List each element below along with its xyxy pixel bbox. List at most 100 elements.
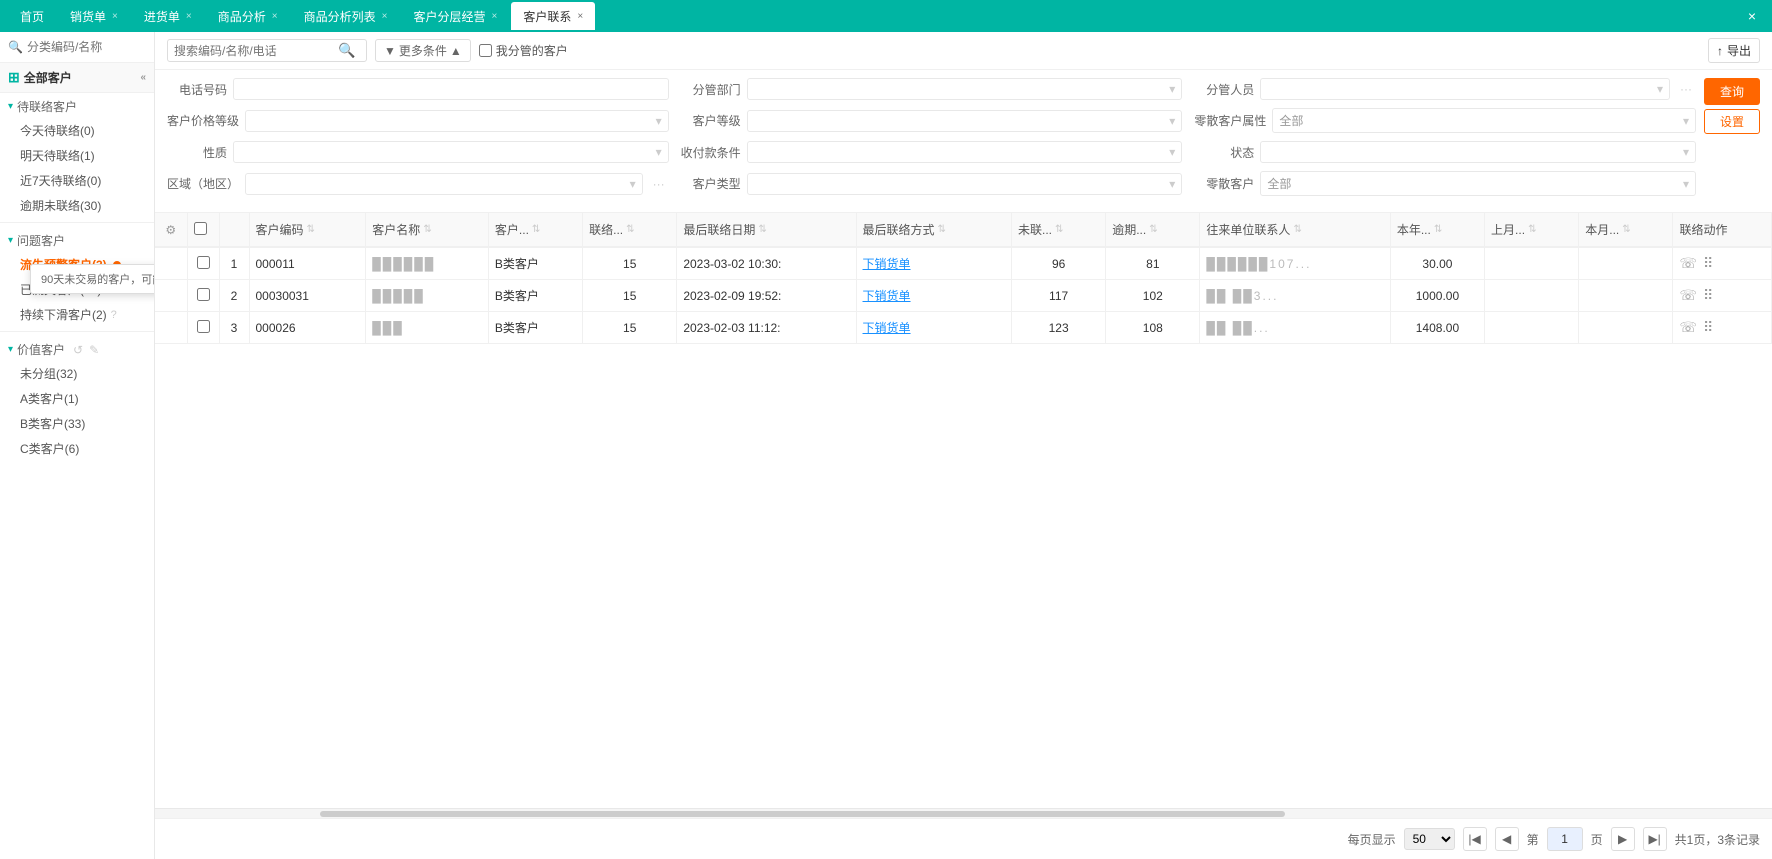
contact-icon[interactable]: ☏ [1679,319,1697,336]
region-select[interactable]: ▾ [245,173,643,195]
refresh-icon[interactable]: ↺ [73,343,83,357]
close-all-tabs-button[interactable]: × [1740,8,1764,24]
expand-arrow-icon: ▾ [8,344,13,355]
close-icon[interactable]: × [112,11,118,22]
sidebar-item-a-class[interactable]: A类客户(1) [0,386,154,411]
all-customers-header[interactable]: ⊞ 全部客户 « [0,63,154,93]
row-settings[interactable] [155,312,187,344]
row-settings[interactable] [155,280,187,312]
manager-select[interactable]: ▾ [1260,78,1670,100]
filter-bar: 🔍 ▼ 更多条件 ▲ 我分管的客户 ↑ 导出 [155,32,1772,70]
row-settings[interactable] [155,247,187,280]
retail-customer-select[interactable]: 全部▾ [1260,171,1696,196]
sidebar-item-today[interactable]: 今天待联络(0) [0,118,154,143]
sidebar-search-input[interactable] [27,40,146,54]
row-select-checkbox[interactable] [197,320,210,333]
nav-tab-sales[interactable]: 销货单 × [58,2,130,30]
total-label: 共1页，3条记录 [1675,831,1760,848]
row-select-checkbox[interactable] [197,288,210,301]
more-options-icon[interactable]: ··· [1676,82,1696,96]
sidebar-item-b-class[interactable]: B类客户(33) [0,411,154,436]
prev-page-button[interactable]: ◀ [1495,827,1519,851]
customer-level-select[interactable]: ▾ [747,110,1183,132]
nav-tab-purchase[interactable]: 进货单 × [132,2,204,30]
close-icon[interactable]: × [491,11,497,22]
select-all-checkbox[interactable] [194,222,207,235]
filter-settings-button[interactable]: 设置 [1704,109,1760,134]
row-checkbox[interactable] [187,280,219,312]
col-last-month[interactable]: 上月...⇅ [1485,213,1579,247]
row-checkbox[interactable] [187,312,219,344]
col-this-year[interactable]: 本年...⇅ [1390,213,1484,247]
sidebar-item-tomorrow[interactable]: 明天待联络(1) [0,143,154,168]
col-unit-contact[interactable]: 往来单位联系人⇅ [1200,213,1390,247]
col-uncontacted[interactable]: 未联...⇅ [1012,213,1106,247]
row-contact: 15 [583,280,677,312]
status-select[interactable]: ▾ [1260,141,1696,163]
sidebar-item-overdue[interactable]: 逾期未联络(30) [0,193,154,218]
dept-select[interactable]: ▾ [747,78,1183,100]
col-settings[interactable]: ⚙ [155,213,187,247]
more-actions-icon[interactable]: ⠿ [1703,255,1713,272]
my-customers-check-input[interactable] [479,44,492,57]
page-number-input[interactable] [1547,827,1583,851]
next-page-button[interactable]: ▶ [1611,827,1635,851]
sidebar-group-problem[interactable]: ▾ 问题客户 [0,227,154,252]
sidebar-item-declining[interactable]: 持续下滑客户(2) ? [0,302,154,327]
col-contact[interactable]: 联络...⇅ [583,213,677,247]
scroll-thumb[interactable] [320,811,1285,817]
col-customer-type[interactable]: 客户...⇅ [488,213,582,247]
sidebar-item-7days[interactable]: 近7天待联络(0) [0,168,154,193]
close-icon[interactable]: × [577,11,583,22]
payment-select[interactable]: ▾ [747,141,1183,163]
close-icon[interactable]: × [272,11,278,22]
status-label: 状态 [1194,144,1254,161]
nav-tab-analysis-list[interactable]: 商品分析列表 × [292,2,400,30]
contact-icon[interactable]: ☏ [1679,287,1697,304]
nav-tab-customer-contact[interactable]: 客户联系 × [511,2,595,30]
last-page-button[interactable]: ▶| [1643,827,1667,851]
row-last-contact-method[interactable]: 下销货单 [856,247,1012,280]
contact-icon[interactable]: ☏ [1679,255,1697,272]
filter-type-field: 客户类型 ▾ [681,173,1183,195]
more-conditions-button[interactable]: ▼ 更多条件 ▲ [375,39,471,62]
retail-attr-select[interactable]: 全部▾ [1272,108,1696,133]
search-button[interactable]: 🔍 [338,42,355,59]
row-select-checkbox[interactable] [197,256,210,269]
col-last-contact-method[interactable]: 最后联络方式⇅ [856,213,1012,247]
nav-tab-analysis[interactable]: 商品分析 × [206,2,290,30]
sidebar-item-ungrouped[interactable]: 未分组(32) [0,361,154,386]
phone-input[interactable] [233,78,669,100]
more-actions-icon[interactable]: ⠿ [1703,287,1713,304]
first-page-button[interactable]: |◀ [1463,827,1487,851]
col-customer-name[interactable]: 客户名称⇅ [366,213,489,247]
price-level-select[interactable]: ▾ [245,110,669,132]
sidebar-group-value[interactable]: ▾ 价值客户 ↺ ✎ [0,336,154,361]
my-customers-checkbox[interactable]: 我分管的客户 [479,42,568,59]
nav-tab-customer-layer[interactable]: 客户分层经营 × [401,2,509,30]
sidebar-item-c-class[interactable]: C类客户(6) [0,436,154,461]
export-button[interactable]: ↑ 导出 [1708,38,1760,63]
col-customer-code[interactable]: 客户编码⇅ [249,213,366,247]
row-last-contact-method[interactable]: 下销货单 [856,280,1012,312]
row-last-contact-method[interactable]: 下销货单 [856,312,1012,344]
horizontal-scrollbar[interactable] [155,808,1772,818]
collapse-icon[interactable]: « [140,72,146,83]
nature-select[interactable]: ▾ [233,141,669,163]
close-icon[interactable]: × [382,11,388,22]
row-checkbox[interactable] [187,247,219,280]
row-index: 2 [219,280,249,312]
more-options-icon[interactable]: ··· [649,177,669,191]
sidebar-group-pending[interactable]: ▾ 待联络客户 [0,93,154,118]
close-icon[interactable]: × [186,11,192,22]
edit-icon[interactable]: ✎ [89,343,99,357]
col-overdue[interactable]: 逾期...⇅ [1106,213,1200,247]
type-select[interactable]: ▾ [747,173,1183,195]
col-last-contact-date[interactable]: 最后联络日期⇅ [677,213,856,247]
main-search-input[interactable] [174,44,334,58]
col-this-month[interactable]: 本月...⇅ [1579,213,1673,247]
more-actions-icon[interactable]: ⠿ [1703,319,1713,336]
query-button[interactable]: 查询 [1704,78,1760,105]
nav-tab-home[interactable]: 首页 [8,2,56,30]
page-size-select[interactable]: 50 100 [1404,828,1455,850]
